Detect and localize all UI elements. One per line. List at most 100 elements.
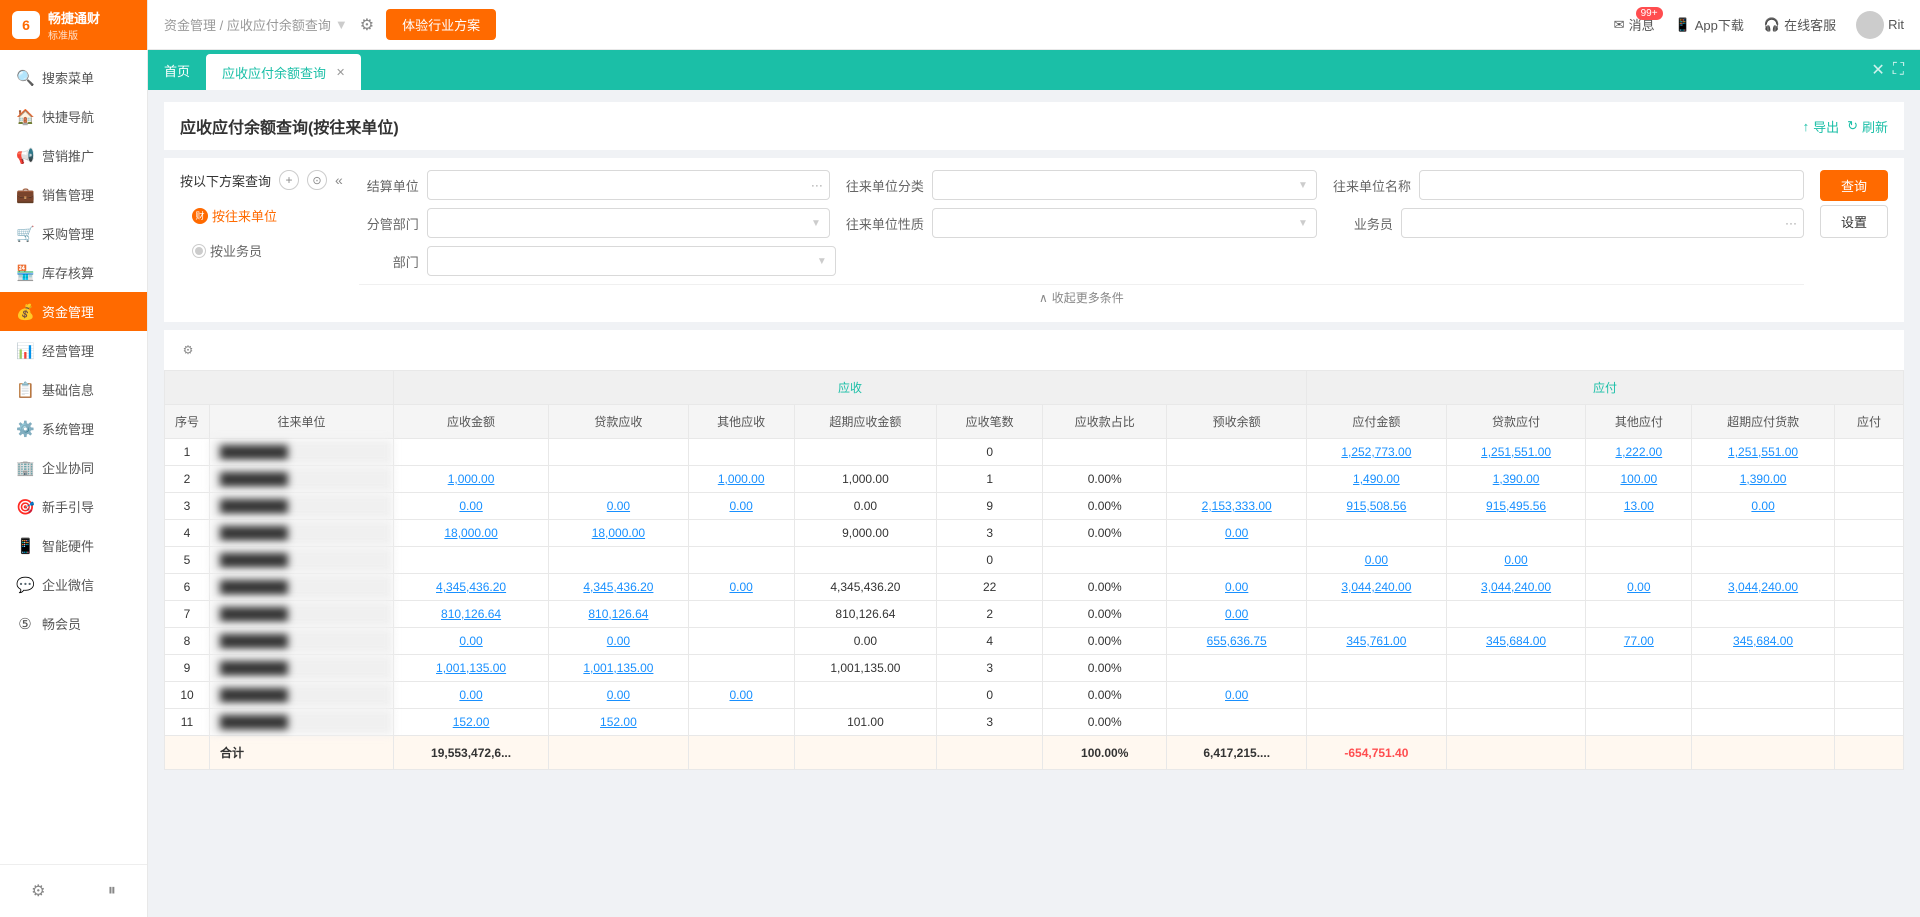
sidebar-collapse-btn[interactable]: ⏸ xyxy=(100,874,124,908)
cell-ar-loan[interactable]: 1,001,135.00 xyxy=(549,655,689,682)
cell-prepay[interactable]: 0.00 xyxy=(1167,574,1307,601)
cell-ar-loan-link[interactable]: 0.00 xyxy=(607,499,630,513)
cell-ar-loan[interactable]: 810,126.64 xyxy=(549,601,689,628)
cell-prepay-link[interactable]: 0.00 xyxy=(1225,526,1248,540)
cell-ap-overdue[interactable]: 0.00 xyxy=(1692,493,1835,520)
cell-ap-loan-link[interactable]: 0.00 xyxy=(1504,553,1527,567)
salesperson-dots[interactable]: ··· xyxy=(1779,216,1803,230)
cell-ar-other[interactable]: 0.00 xyxy=(688,493,794,520)
cell-ap-other-link[interactable]: 13.00 xyxy=(1624,499,1654,513)
cell-ar-amount[interactable]: 1,000.00 xyxy=(394,466,549,493)
message-btn[interactable]: ✉ 消息 99+ xyxy=(1614,15,1655,34)
unit-category-select[interactable]: ▼ xyxy=(932,170,1317,200)
cell-prepay-link[interactable]: 0.00 xyxy=(1225,580,1248,594)
user-avatar[interactable]: Rit xyxy=(1856,11,1904,39)
filter-collapse-btn[interactable]: ∧ 收起更多条件 xyxy=(359,284,1804,310)
cell-ar-loan[interactable]: 4,345,436.20 xyxy=(549,574,689,601)
cell-ar-amount-link[interactable]: 152.00 xyxy=(453,715,490,729)
app-download-btn[interactable]: 📱 App下载 xyxy=(1675,15,1744,34)
cell-ap-loan[interactable]: 1,390.00 xyxy=(1446,466,1586,493)
cell-prepay[interactable]: 655,636.75 xyxy=(1167,628,1307,655)
cell-ap-loan-link[interactable]: 915,495.56 xyxy=(1486,499,1546,513)
cell-ar-loan[interactable]: 0.00 xyxy=(549,628,689,655)
cell-ap-loan-link[interactable]: 1,251,551.00 xyxy=(1481,445,1551,459)
online-service-btn[interactable]: 🎧 在线客服 xyxy=(1764,15,1836,34)
tab-close-window-btn[interactable]: ✕ xyxy=(1871,60,1884,80)
salesperson-input[interactable]: ··· xyxy=(1401,208,1804,238)
sidebar-item-shortcut[interactable]: 🏠 快捷导航 xyxy=(0,97,147,136)
cell-ap-amount[interactable]: 915,508.56 xyxy=(1307,493,1447,520)
cell-ap-loan-link[interactable]: 345,684.00 xyxy=(1486,634,1546,648)
setting-btn[interactable]: 设置 xyxy=(1820,205,1888,238)
cell-ap-overdue[interactable]: 3,044,240.00 xyxy=(1692,574,1835,601)
filter-by-staff[interactable]: 按业务员 xyxy=(180,237,274,264)
cell-ar-loan[interactable]: 18,000.00 xyxy=(549,520,689,547)
tab-close-btn[interactable]: ✕ xyxy=(336,66,345,79)
cell-ap-loan-link[interactable]: 3,044,240.00 xyxy=(1481,580,1551,594)
tab-home[interactable]: 首页 xyxy=(148,50,206,90)
settlement-input[interactable]: ··· xyxy=(427,170,830,200)
cell-ap-overdue-link[interactable]: 3,044,240.00 xyxy=(1728,580,1798,594)
cell-ar-other-link[interactable]: 0.00 xyxy=(729,580,752,594)
cell-ap-other[interactable]: 77.00 xyxy=(1586,628,1692,655)
filter-add-btn[interactable]: + xyxy=(279,170,299,190)
sidebar-item-system[interactable]: ⚙️ 系统管理 xyxy=(0,409,147,448)
cell-prepay[interactable]: 0.00 xyxy=(1167,601,1307,628)
cell-ar-amount-link[interactable]: 0.00 xyxy=(459,688,482,702)
cell-ap-overdue[interactable]: 345,684.00 xyxy=(1692,628,1835,655)
cell-ap-other-link[interactable]: 1,222.00 xyxy=(1615,445,1662,459)
cell-ar-amount[interactable]: 1,001,135.00 xyxy=(394,655,549,682)
cell-ar-loan[interactable]: 152.00 xyxy=(549,709,689,736)
cell-ap-overdue[interactable]: 1,251,551.00 xyxy=(1692,439,1835,466)
cell-ap-loan[interactable]: 3,044,240.00 xyxy=(1446,574,1586,601)
export-btn[interactable]: ↑ 导出 xyxy=(1803,117,1840,136)
cell-ar-other[interactable]: 0.00 xyxy=(688,682,794,709)
cell-ar-other-link[interactable]: 0.00 xyxy=(729,688,752,702)
cell-ar-amount[interactable]: 0.00 xyxy=(394,628,549,655)
filter-options-btn[interactable]: ⊙ xyxy=(307,170,327,190)
sidebar-item-marketing[interactable]: 📢 营销推广 xyxy=(0,136,147,175)
cell-ar-amount-link[interactable]: 0.00 xyxy=(459,634,482,648)
cell-ap-loan[interactable]: 915,495.56 xyxy=(1446,493,1586,520)
cell-ar-loan-link[interactable]: 4,345,436.20 xyxy=(583,580,653,594)
cell-ar-loan-link[interactable]: 0.00 xyxy=(607,688,630,702)
cell-ar-amount[interactable]: 18,000.00 xyxy=(394,520,549,547)
cell-ap-amount-link[interactable]: 915,508.56 xyxy=(1346,499,1406,513)
gear-btn[interactable]: ⚙ xyxy=(360,15,374,35)
cell-ap-other[interactable]: 100.00 xyxy=(1586,466,1692,493)
cell-ar-amount[interactable]: 152.00 xyxy=(394,709,549,736)
settlement-dots[interactable]: ··· xyxy=(805,178,829,192)
cell-ap-amount-link[interactable]: 3,044,240.00 xyxy=(1341,580,1411,594)
cell-ar-loan[interactable]: 0.00 xyxy=(549,682,689,709)
cell-ap-amount[interactable]: 0.00 xyxy=(1307,547,1447,574)
sidebar-item-sales[interactable]: 💼 销售管理 xyxy=(0,175,147,214)
tab-ar-ap[interactable]: 应收应付余额查询 ✕ xyxy=(206,54,361,90)
cell-ap-loan-link[interactable]: 1,390.00 xyxy=(1493,472,1540,486)
sidebar-item-hardware[interactable]: 📱 智能硬件 xyxy=(0,526,147,565)
cell-prepay-link[interactable]: 0.00 xyxy=(1225,688,1248,702)
cell-ap-other-link[interactable]: 100.00 xyxy=(1620,472,1657,486)
cell-ap-amount[interactable]: 345,761.00 xyxy=(1307,628,1447,655)
unit-nature-select[interactable]: ▼ xyxy=(932,208,1317,238)
cell-ap-other[interactable]: 1,222.00 xyxy=(1586,439,1692,466)
cell-ap-loan[interactable]: 1,251,551.00 xyxy=(1446,439,1586,466)
cell-ar-loan-link[interactable]: 1,001,135.00 xyxy=(583,661,653,675)
cell-ap-overdue-link[interactable]: 1,390.00 xyxy=(1740,472,1787,486)
cell-ap-amount[interactable]: 1,490.00 xyxy=(1307,466,1447,493)
cell-ar-loan-link[interactable]: 810,126.64 xyxy=(588,607,648,621)
cell-ap-other[interactable]: 0.00 xyxy=(1586,574,1692,601)
cell-ap-overdue-link[interactable]: 345,684.00 xyxy=(1733,634,1793,648)
salesperson-input-field[interactable] xyxy=(1402,216,1779,231)
cell-ar-amount-link[interactable]: 0.00 xyxy=(459,499,482,513)
cell-ar-loan-link[interactable]: 152.00 xyxy=(600,715,637,729)
cell-ap-amount-link[interactable]: 1,252,773.00 xyxy=(1341,445,1411,459)
cell-ap-loan[interactable]: 345,684.00 xyxy=(1446,628,1586,655)
cell-prepay-link[interactable]: 0.00 xyxy=(1225,607,1248,621)
filter-by-unit[interactable]: 财 按往来单位 xyxy=(180,202,289,229)
cell-ap-amount-link[interactable]: 345,761.00 xyxy=(1346,634,1406,648)
sidebar-item-wechat[interactable]: 💬 企业微信 xyxy=(0,565,147,604)
cell-ar-other-link[interactable]: 1,000.00 xyxy=(718,472,765,486)
table-settings-btn[interactable]: ⚙ xyxy=(176,338,200,362)
cell-ar-loan-link[interactable]: 0.00 xyxy=(607,634,630,648)
cell-ap-overdue-link[interactable]: 1,251,551.00 xyxy=(1728,445,1798,459)
